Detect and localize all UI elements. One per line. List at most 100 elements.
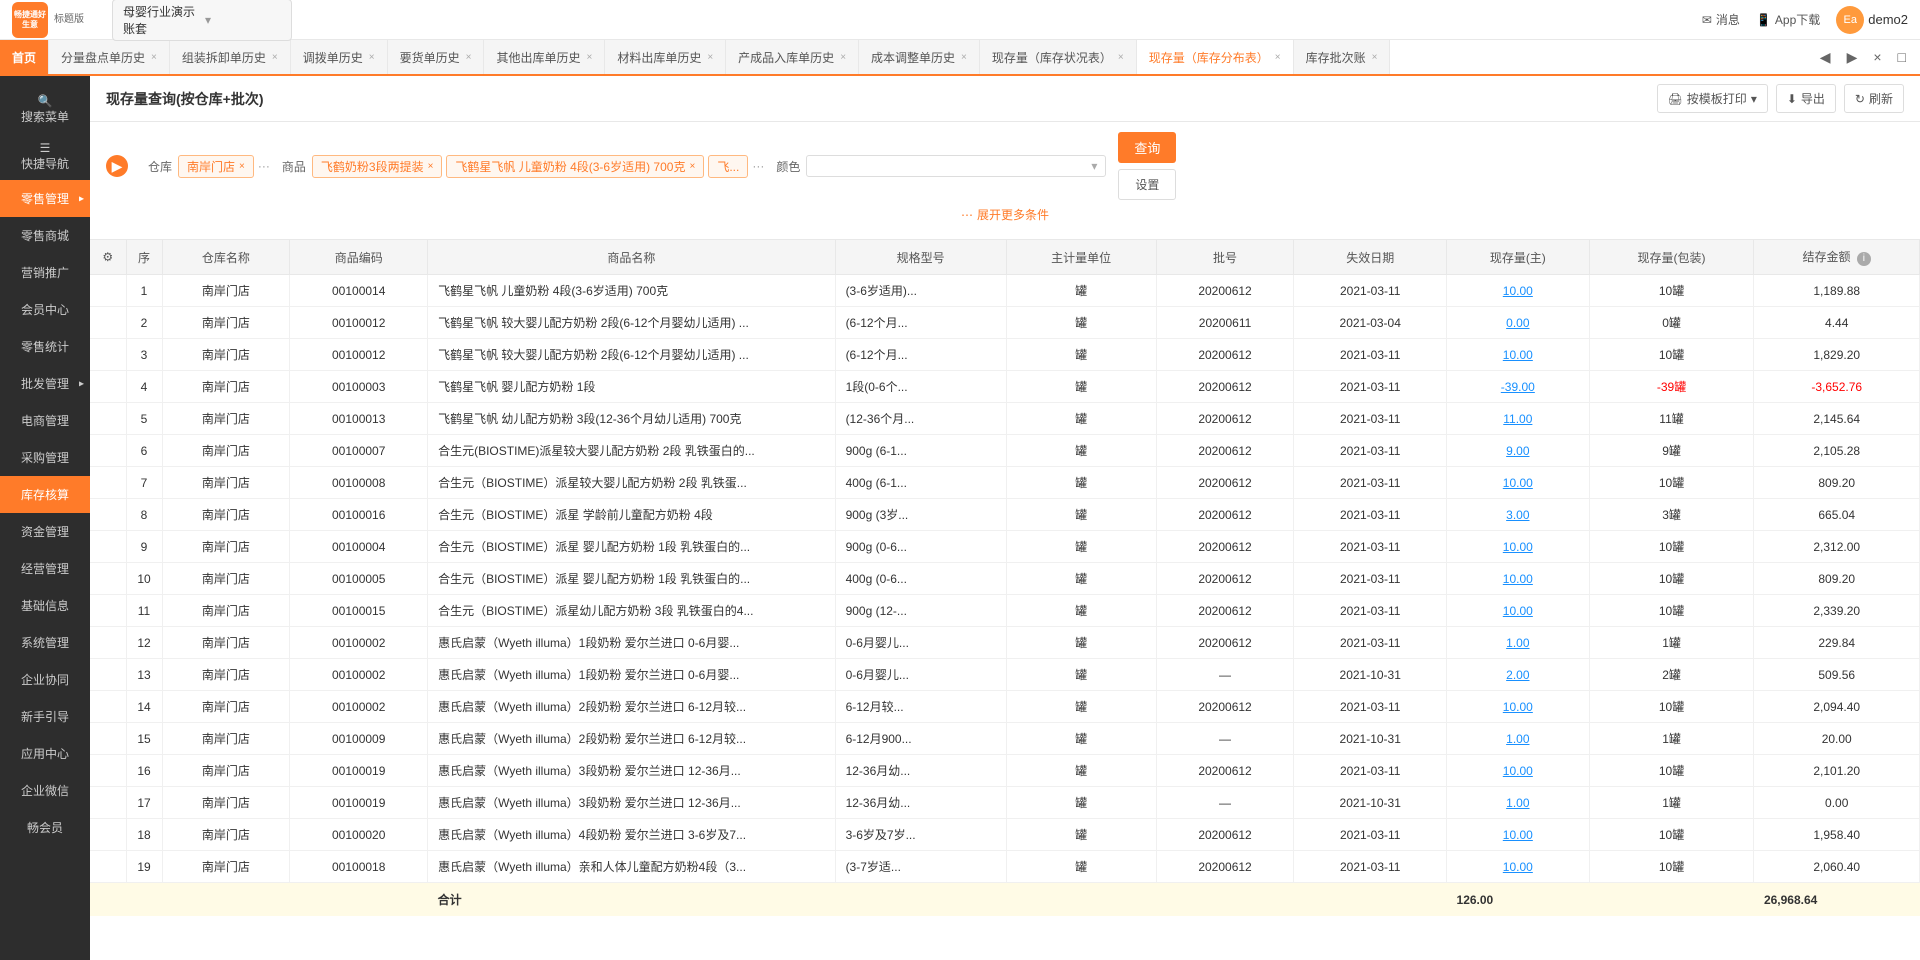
- user-area[interactable]: Ea demo2: [1836, 6, 1908, 34]
- table-row: 11 南岸门店 00100015 合生元（BIOSTIME）派星幼儿配方奶粉 3…: [90, 595, 1920, 627]
- sidebar-item-inventory-check[interactable]: 库存核算: [0, 476, 90, 513]
- collapse-toggle-btn[interactable]: ▶: [106, 155, 128, 177]
- close-icon[interactable]: ×: [272, 52, 278, 63]
- close-icon[interactable]: ×: [369, 52, 375, 63]
- tab-next-btn[interactable]: ▶: [1841, 47, 1864, 68]
- settings-btn[interactable]: 设置: [1118, 169, 1176, 200]
- color-filter-input[interactable]: ▾: [806, 155, 1106, 177]
- table-container[interactable]: ⚙ 序 仓库名称 商品编码 商品名称 规格型号 主计量单位 批号 失效日期 现存…: [90, 240, 1920, 960]
- inventory-table: ⚙ 序 仓库名称 商品编码 商品名称 规格型号 主计量单位 批号 失效日期 现存…: [90, 240, 1920, 916]
- close-icon[interactable]: ×: [586, 52, 592, 63]
- tab-allocation[interactable]: 调拨单历史 ×: [291, 40, 388, 75]
- sidebar-item-wholesale[interactable]: 批发管理 ▸: [0, 365, 90, 402]
- message-icon: ✉: [1702, 13, 1712, 27]
- table-row: 14 南岸门店 00100002 惠氏启蒙（Wyeth illuma）2段奶粉 …: [90, 691, 1920, 723]
- sidebar-item-finance[interactable]: 资金管理: [0, 513, 90, 550]
- sidebar-item-marketing[interactable]: 营销推广: [0, 254, 90, 291]
- remove-warehouse-tag-btn[interactable]: ×: [239, 161, 245, 172]
- chevron-right-icon: ▸: [79, 378, 84, 389]
- table-row: 2 南岸门店 00100012 飞鹤星飞帆 较大婴儿配方奶粉 2段(6-12个月…: [90, 307, 1920, 339]
- tab-cost-adjust[interactable]: 成本调整单历史 ×: [859, 40, 980, 75]
- col-warehouse: 仓库名称: [162, 240, 290, 275]
- close-icon[interactable]: ×: [466, 52, 472, 63]
- table-row: 6 南岸门店 00100007 合生元(BIOSTIME)派星较大婴儿配方奶粉 …: [90, 435, 1920, 467]
- settings-icon: ⚙: [102, 250, 113, 264]
- close-icon[interactable]: ×: [707, 52, 713, 63]
- sidebar-item-new-guide[interactable]: 新手引导: [0, 698, 90, 735]
- col-batch: 批号: [1156, 240, 1294, 275]
- sidebar-item-enterprise-collab[interactable]: 企业协同: [0, 661, 90, 698]
- tab-inventory-status[interactable]: 现存量（库存状况表） ×: [980, 40, 1137, 75]
- sidebar-item-system[interactable]: 系统管理: [0, 624, 90, 661]
- close-icon[interactable]: ×: [1275, 52, 1281, 63]
- tab-product-inbound[interactable]: 产成品入库单历史 ×: [726, 40, 859, 75]
- close-icon[interactable]: ×: [840, 52, 846, 63]
- close-icon[interactable]: ×: [1118, 52, 1124, 63]
- expand-icon: ⋯: [961, 208, 973, 222]
- close-icon[interactable]: ×: [961, 52, 967, 63]
- sidebar-item-operations[interactable]: 经营管理: [0, 550, 90, 587]
- search-icon: 🔍: [21, 94, 69, 108]
- tab-other-outbound[interactable]: 其他出库单历史 ×: [484, 40, 605, 75]
- tab-material-outbound[interactable]: 材料出库单历史 ×: [605, 40, 726, 75]
- col-spec: 规格型号: [835, 240, 1006, 275]
- balance-info-icon[interactable]: i: [1857, 252, 1871, 266]
- col-unit: 主计量单位: [1006, 240, 1156, 275]
- app-download-btn[interactable]: 📱 App下载: [1756, 11, 1820, 28]
- col-product-name: 商品名称: [428, 240, 835, 275]
- tab-home[interactable]: 首页: [0, 40, 49, 75]
- warehouse-more-btn[interactable]: ···: [258, 159, 270, 173]
- product-tag-more[interactable]: 飞...: [708, 155, 748, 178]
- remove-product-tag-1-btn[interactable]: ×: [428, 161, 434, 172]
- remove-product-tag-2-btn[interactable]: ×: [689, 161, 695, 172]
- table-row: 16 南岸门店 00100019 惠氏启蒙（Wyeth illuma）3段奶粉 …: [90, 755, 1920, 787]
- query-btn-area: 查询 设置: [1118, 132, 1176, 200]
- logo-area: 畅捷通好生意 标题版: [12, 2, 102, 38]
- chevron-down-icon: ▾: [1751, 92, 1757, 106]
- tab-inventory-distribution[interactable]: 现存量（库存分布表） ×: [1137, 40, 1294, 76]
- sidebar-item-purchase[interactable]: 采购管理: [0, 439, 90, 476]
- sidebar-item-enterprise-wechat[interactable]: 企业微信: [0, 772, 90, 809]
- table-row: 15 南岸门店 00100009 惠氏启蒙（Wyeth illuma）2段奶粉 …: [90, 723, 1920, 755]
- tab-close-all-btn[interactable]: ×: [1867, 47, 1887, 67]
- main-content: 现存量查询(按仓库+批次) 🖨 按模板打印 ▾ ⬇ 导出 ↻ 刷新: [90, 76, 1920, 960]
- tab-split-check[interactable]: 分量盘点单历史 ×: [49, 40, 170, 75]
- table-row: 19 南岸门店 00100018 惠氏启蒙（Wyeth illuma）亲和人体儿…: [90, 851, 1920, 883]
- warehouse-filter-group: 仓库 南岸门店 × ···: [148, 155, 270, 178]
- layout: 🔍 搜索菜单 ☰ 快捷导航 零售管理 ▸ 零售商城 营销推广 会员中心 零售统计…: [0, 76, 1920, 960]
- close-icon[interactable]: ×: [1372, 52, 1378, 63]
- product-more-btn[interactable]: ···: [752, 159, 764, 173]
- sidebar-item-ecommerce[interactable]: 电商管理: [0, 402, 90, 439]
- filter-area: ▶ 仓库 南岸门店 × ··· 商品 飞鹤奶粉3段两提: [90, 122, 1920, 240]
- footer-total-balance: 26,968.64: [1754, 883, 1920, 917]
- tab-prev-btn[interactable]: ◀: [1814, 47, 1837, 68]
- sidebar-item-app-center[interactable]: 应用中心: [0, 735, 90, 772]
- expand-more-btn[interactable]: ⋯ 展开更多条件: [106, 200, 1904, 229]
- sidebar-quick-nav[interactable]: ☰ 快捷导航: [21, 133, 69, 180]
- sidebar-search[interactable]: 🔍 搜索菜单: [21, 86, 69, 133]
- footer-total-qty: 126.00: [1447, 883, 1590, 917]
- color-input-field[interactable]: [815, 159, 1087, 173]
- tab-requisition[interactable]: 要货单历史 ×: [388, 40, 485, 75]
- header-actions: 🖨 按模板打印 ▾ ⬇ 导出 ↻ 刷新: [1657, 84, 1904, 113]
- sidebar-item-member-plus[interactable]: 畅会员: [0, 809, 90, 846]
- tab-disassemble[interactable]: 组装拆卸单历史 ×: [170, 40, 291, 75]
- table-row: 13 南岸门店 00100002 惠氏启蒙（Wyeth illuma）1段奶粉 …: [90, 659, 1920, 691]
- warehouse-selector[interactable]: 母婴行业演示账套 ▾: [112, 0, 292, 41]
- tab-maximize-btn[interactable]: □: [1892, 47, 1912, 67]
- sidebar-item-retail-mgmt[interactable]: 零售管理 ▸: [0, 180, 90, 217]
- sidebar-item-retail-shop[interactable]: 零售商城: [0, 217, 90, 254]
- col-balance: 结存金额 i: [1754, 240, 1920, 275]
- template-print-btn[interactable]: 🖨 按模板打印 ▾: [1657, 84, 1768, 113]
- refresh-btn[interactable]: ↻ 刷新: [1844, 84, 1904, 113]
- export-btn[interactable]: ⬇ 导出: [1776, 84, 1836, 113]
- sidebar-item-basic-info[interactable]: 基础信息: [0, 587, 90, 624]
- message-btn[interactable]: ✉ 消息: [1702, 11, 1740, 28]
- close-icon[interactable]: ×: [151, 52, 157, 63]
- sidebar-item-retail-stats[interactable]: 零售统计: [0, 328, 90, 365]
- sidebar-item-member[interactable]: 会员中心: [0, 291, 90, 328]
- table-row: 18 南岸门店 00100020 惠氏启蒙（Wyeth illuma）4段奶粉 …: [90, 819, 1920, 851]
- tab-batch-voucher[interactable]: 库存批次账 ×: [1294, 40, 1391, 75]
- col-settings[interactable]: ⚙: [90, 240, 126, 275]
- query-btn[interactable]: 查询: [1118, 132, 1176, 163]
